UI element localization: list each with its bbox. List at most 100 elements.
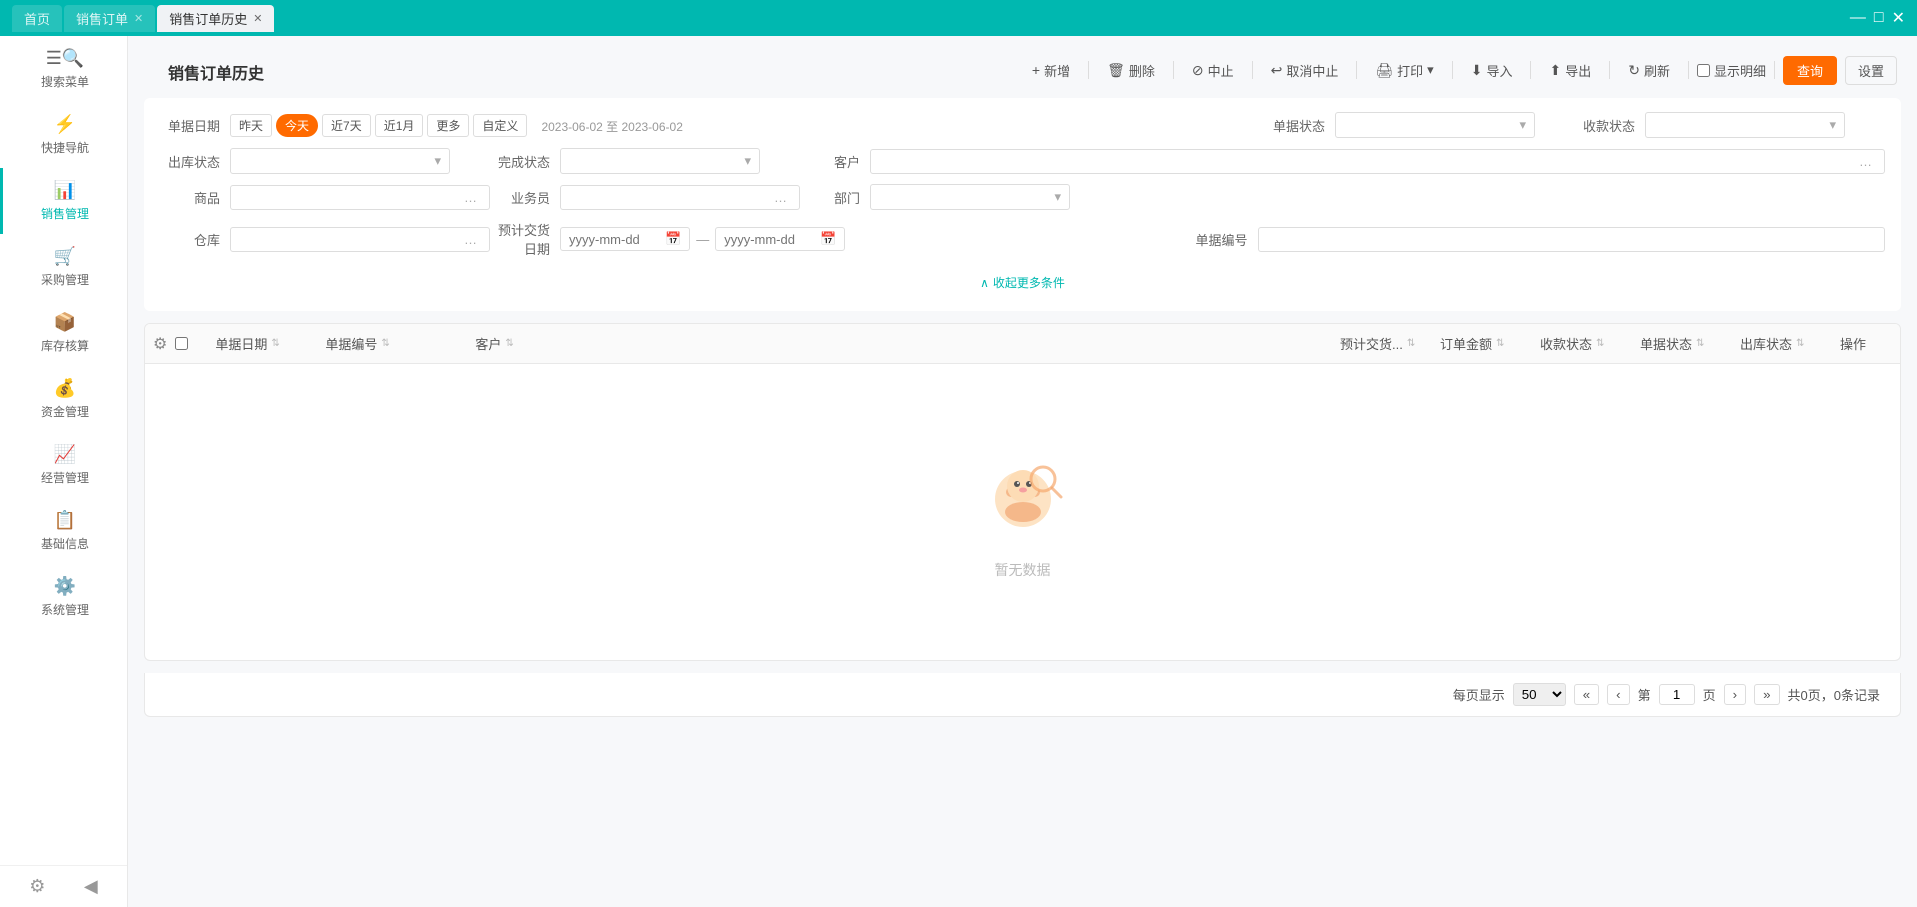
settings-button[interactable]: 设置 (1845, 56, 1897, 85)
th-collect-status[interactable]: 收款状态 ⇅ (1532, 334, 1632, 353)
bill-number-input[interactable] (1258, 227, 1886, 252)
sidebar-item-finance[interactable]: 💰 资金管理 (0, 366, 127, 432)
export-label: 导出 (1565, 61, 1591, 80)
customer-ellipsis[interactable]: … (1855, 154, 1876, 169)
tab-sales-history-label: 销售订单历史 (169, 9, 247, 28)
last-page-button[interactable]: » (1754, 684, 1779, 705)
delete-button[interactable]: 🗑 删除 (1097, 57, 1165, 84)
sidebar-item-inventory[interactable]: 📦 库存核算 (0, 300, 127, 366)
finance-icon: 💰 (54, 378, 76, 399)
warehouse-ellipsis[interactable]: … (460, 232, 481, 247)
tab-sales-order[interactable]: 销售订单 ✕ (64, 5, 155, 32)
out-status-select[interactable]: ▾ (230, 148, 450, 174)
cancel-stop-button[interactable]: ↩ 取消中止 (1261, 57, 1349, 84)
out-status-label: 出库状态 (160, 152, 230, 171)
show-detail-checkbox[interactable] (1697, 64, 1710, 77)
export-button[interactable]: ⬆ 导出 (1539, 57, 1601, 84)
customer-input-wrap: … (870, 149, 1885, 174)
complete-status-select[interactable]: ▾ (560, 148, 760, 174)
select-all-checkbox[interactable] (175, 337, 188, 350)
sidebar-item-operations-label: 经营管理 (41, 469, 89, 486)
salesperson-input[interactable] (569, 190, 766, 205)
tab-sales-history-close[interactable]: ✕ (253, 12, 262, 25)
warehouse-input[interactable] (239, 232, 456, 247)
stop-icon: ⊘ (1192, 62, 1204, 79)
salesperson-ellipsis[interactable]: … (770, 190, 791, 205)
sidebar-settings-icon[interactable]: ⚙ (29, 876, 45, 897)
pagination: 每页显示 50 100 200 « ‹ 第 页 › » 共0页，0条记录 (144, 673, 1901, 717)
th-customer[interactable]: 客户 ⇅ (467, 334, 1332, 353)
goods-ellipsis[interactable]: … (460, 190, 481, 205)
th-bill-status[interactable]: 单据状态 ⇅ (1632, 334, 1732, 353)
sidebar-item-inventory-label: 库存核算 (41, 337, 89, 354)
sort-customer-icon: ⇅ (505, 338, 513, 349)
customer-value: … (870, 149, 1885, 174)
stop-button[interactable]: ⊘ 中止 (1182, 57, 1244, 84)
date-btn-custom[interactable]: 自定义 (473, 114, 527, 137)
date-btn-yesterday[interactable]: 昨天 (230, 114, 272, 137)
bill-number-value (1258, 227, 1886, 252)
minimize-button[interactable]: — (1850, 9, 1866, 27)
table-settings-icon[interactable]: ⚙ (153, 334, 167, 354)
import-button[interactable]: ⬇ 导入 (1461, 57, 1523, 84)
sidebar-item-quicknav[interactable]: ⚡ 快捷导航 (0, 102, 127, 168)
close-button[interactable]: ✕ (1892, 8, 1905, 28)
calendar-to-icon[interactable]: 📅 (820, 231, 836, 247)
sidebar-item-purchase[interactable]: 🛒 采购管理 (0, 234, 127, 300)
tab-sales-order-close[interactable]: ✕ (134, 12, 143, 25)
bill-status-select[interactable]: ▾ (1335, 112, 1535, 138)
goods-input[interactable] (239, 190, 456, 205)
customer-input[interactable] (879, 154, 1851, 169)
th-number[interactable]: 单据编号 ⇅ (317, 334, 467, 353)
toolbar-divider-2 (1173, 61, 1174, 79)
next-page-button[interactable]: › (1724, 684, 1746, 705)
toolbar-divider-1 (1088, 61, 1089, 79)
add-button[interactable]: + 新增 (1022, 57, 1080, 84)
delivery-date-from-input[interactable] (569, 232, 659, 247)
sidebar-item-basic-info[interactable]: 📋 基础信息 (0, 498, 127, 564)
sidebar-item-system[interactable]: ⚙️ 系统管理 (0, 564, 127, 630)
th-out-status[interactable]: 出库状态 ⇅ (1732, 334, 1832, 353)
calendar-from-icon[interactable]: 📅 (665, 231, 681, 247)
date-btn-more[interactable]: 更多 (427, 114, 469, 137)
th-date[interactable]: 单据日期 ⇅ (207, 334, 317, 353)
sidebar-item-finance-label: 资金管理 (41, 403, 89, 420)
collapse-bar[interactable]: ∧ 收起更多条件 (160, 268, 1885, 297)
th-delivery[interactable]: 预计交货... ⇅ (1332, 334, 1432, 353)
sidebar-item-sales[interactable]: 📊 销售管理 (0, 168, 127, 234)
print-button[interactable]: 🖨 打印 ▾ (1365, 57, 1443, 84)
refresh-button[interactable]: ↻ 刷新 (1618, 57, 1680, 84)
expand-button[interactable]: □ (1874, 9, 1884, 27)
sidebar-item-search[interactable]: ☰🔍 搜索菜单 (0, 36, 127, 102)
query-button[interactable]: 查询 (1783, 56, 1837, 85)
sort-collect-icon: ⇅ (1596, 338, 1604, 349)
date-btn-today[interactable]: 今天 (276, 114, 318, 137)
date-btn-1month[interactable]: 近1月 (375, 114, 424, 137)
export-icon: ⬆ (1549, 62, 1561, 79)
page-number-input[interactable] (1659, 684, 1695, 705)
sidebar-collapse-icon[interactable]: ◀ (84, 876, 98, 897)
th-amount[interactable]: 订单金额 ⇅ (1432, 334, 1532, 353)
out-status-arrow-icon: ▾ (434, 153, 441, 169)
tab-sales-history[interactable]: 销售订单历史 ✕ (157, 5, 274, 32)
goods-label: 商品 (160, 188, 230, 207)
collect-status-select[interactable]: ▾ (1645, 112, 1845, 138)
customer-label: 客户 (800, 152, 870, 171)
dept-select[interactable]: ▾ (870, 184, 1070, 210)
toolbar-divider-8 (1688, 61, 1689, 79)
print-arrow-icon: ▾ (1427, 62, 1434, 78)
first-page-button[interactable]: « (1574, 684, 1599, 705)
delivery-date-to-input[interactable] (724, 232, 814, 247)
prev-page-button[interactable]: ‹ (1607, 684, 1629, 705)
show-detail-toggle[interactable]: 显示明细 (1697, 61, 1766, 80)
date-btn-7days[interactable]: 近7天 (322, 114, 371, 137)
per-page-select[interactable]: 50 100 200 (1513, 683, 1566, 706)
th-out-status-label: 出库状态 (1740, 334, 1792, 353)
tab-home[interactable]: 首页 (12, 5, 62, 32)
page-suffix-label: 页 (1703, 685, 1716, 704)
delivery-date-value: 📅 — 📅 (560, 227, 1188, 251)
top-bar: 首页 销售订单 ✕ 销售订单历史 ✕ — □ ✕ (0, 0, 1917, 36)
dept-label: 部门 (800, 188, 870, 207)
filter-row-4: 仓库 … 预计交货日期 📅 — 📅 (160, 220, 1885, 258)
sidebar-item-operations[interactable]: 📈 经营管理 (0, 432, 127, 498)
